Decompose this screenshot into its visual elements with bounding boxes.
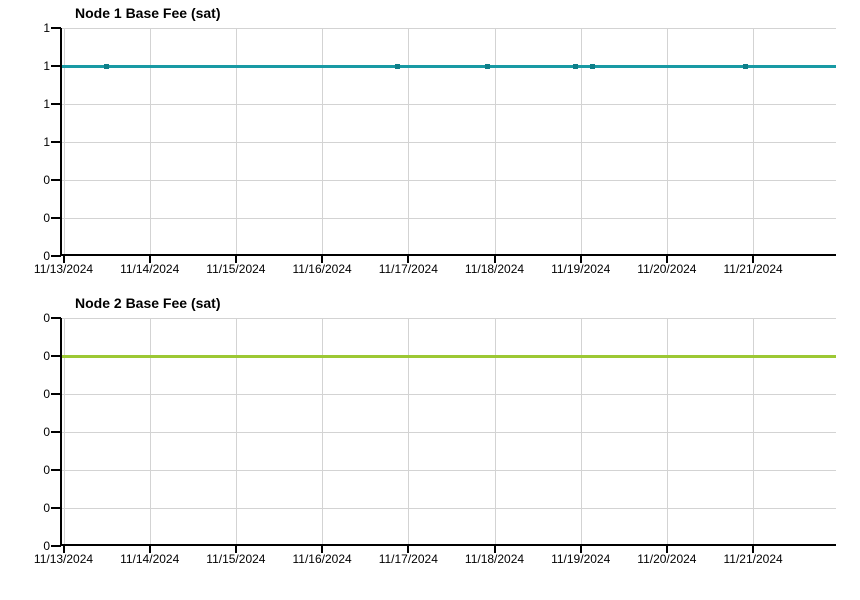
x-tick-label: 11/16/2024 [292, 262, 352, 276]
y-tick-label: 0 [43, 501, 50, 515]
horizontal-gridline [62, 28, 836, 29]
x-tick-label: 11/20/2024 [637, 552, 697, 566]
horizontal-gridline [62, 394, 836, 395]
y-tick-label: 0 [43, 349, 50, 363]
y-axis-tick [51, 431, 61, 433]
y-tick-label: 0 [43, 463, 50, 477]
x-tick-label: 11/19/2024 [551, 552, 611, 566]
data-point-marker [742, 63, 748, 69]
y-tick-label: 1 [43, 59, 50, 73]
x-tick-label: 11/19/2024 [551, 262, 611, 276]
x-tick-label: 11/13/2024 [33, 262, 94, 276]
y-axis-tick [51, 545, 61, 547]
chart-node-2-base-fee: Node 2 Base Fee (sat) 0 0 0 0 0 0 0 11/13/2024 1… [0, 290, 860, 575]
x-tick-label: 11/15/2024 [206, 262, 266, 276]
y-axis-tick [51, 355, 61, 357]
horizontal-gridline [62, 432, 836, 433]
vertical-gridline [408, 318, 410, 544]
vertical-gridline [408, 28, 410, 254]
chart-title: Node 1 Base Fee (sat) [75, 5, 221, 21]
vertical-gridline [753, 318, 755, 544]
series-line [62, 64, 836, 68]
y-tick-label: 0 [43, 425, 50, 439]
y-tick-label: 0 [43, 173, 50, 187]
horizontal-gridline [62, 318, 836, 319]
data-point-marker [104, 63, 110, 69]
vertical-gridline [322, 28, 324, 254]
x-tick-label: 11/15/2024 [206, 552, 266, 566]
vertical-gridline [235, 318, 237, 544]
vertical-gridline [235, 28, 237, 254]
y-axis-tick [51, 27, 61, 29]
x-tick-label: 11/20/2024 [637, 262, 697, 276]
horizontal-gridline [62, 508, 836, 509]
chart-title: Node 2 Base Fee (sat) [75, 295, 221, 311]
x-tick-label: 11/21/2024 [723, 552, 783, 566]
data-point-marker [395, 63, 401, 69]
x-tick-label: 11/14/2024 [120, 262, 180, 276]
vertical-gridline [753, 28, 755, 254]
data-point-marker [485, 63, 491, 69]
horizontal-gridline [62, 218, 836, 219]
vertical-gridline [63, 318, 65, 544]
data-point-marker [573, 63, 579, 69]
vertical-gridline [494, 318, 496, 544]
x-tick-label: 11/13/2024 [33, 552, 94, 566]
y-tick-label: 0 [43, 311, 50, 325]
horizontal-gridline [62, 470, 836, 471]
y-tick-label: 1 [43, 97, 50, 111]
vertical-gridline [149, 318, 151, 544]
x-tick-label: 11/16/2024 [292, 552, 352, 566]
y-axis-tick [51, 255, 61, 257]
series-line [62, 354, 836, 358]
x-tick-label: 11/14/2024 [120, 552, 180, 566]
vertical-gridline [580, 318, 582, 544]
y-axis-tick [51, 469, 61, 471]
y-axis-tick [51, 65, 61, 67]
horizontal-gridline [62, 142, 836, 143]
vertical-gridline [494, 28, 496, 254]
vertical-gridline [580, 28, 582, 254]
x-tick-label: 11/17/2024 [378, 552, 438, 566]
y-axis-tick [51, 217, 61, 219]
chart-node-1-base-fee: Node 1 Base Fee (sat) 1 1 1 1 0 0 0 11/13/2024 1… [0, 0, 860, 285]
y-axis-tick [51, 393, 61, 395]
y-axis-tick [51, 103, 61, 105]
horizontal-gridline [62, 180, 836, 181]
y-tick-label: 1 [43, 135, 50, 149]
y-axis-tick [51, 141, 61, 143]
vertical-gridline [666, 28, 668, 254]
y-tick-label: 1 [43, 21, 50, 35]
x-tick-label: 11/18/2024 [464, 552, 525, 566]
plot-area [60, 318, 836, 546]
plot-area [60, 28, 836, 256]
data-point-marker [590, 63, 596, 69]
y-axis-tick [51, 317, 61, 319]
y-axis-tick [51, 507, 61, 509]
horizontal-gridline [62, 104, 836, 105]
y-axis-tick [51, 179, 61, 181]
vertical-gridline [149, 28, 151, 254]
x-tick-label: 11/17/2024 [378, 262, 438, 276]
y-tick-label: 0 [43, 211, 50, 225]
y-tick-label: 0 [43, 387, 50, 401]
vertical-gridline [322, 318, 324, 544]
vertical-gridline [666, 318, 668, 544]
x-tick-label: 11/18/2024 [464, 262, 525, 276]
chart-page: { "page": { "background_color": "#ffffff… [0, 0, 860, 600]
vertical-gridline [63, 28, 65, 254]
x-tick-label: 11/21/2024 [723, 262, 783, 276]
